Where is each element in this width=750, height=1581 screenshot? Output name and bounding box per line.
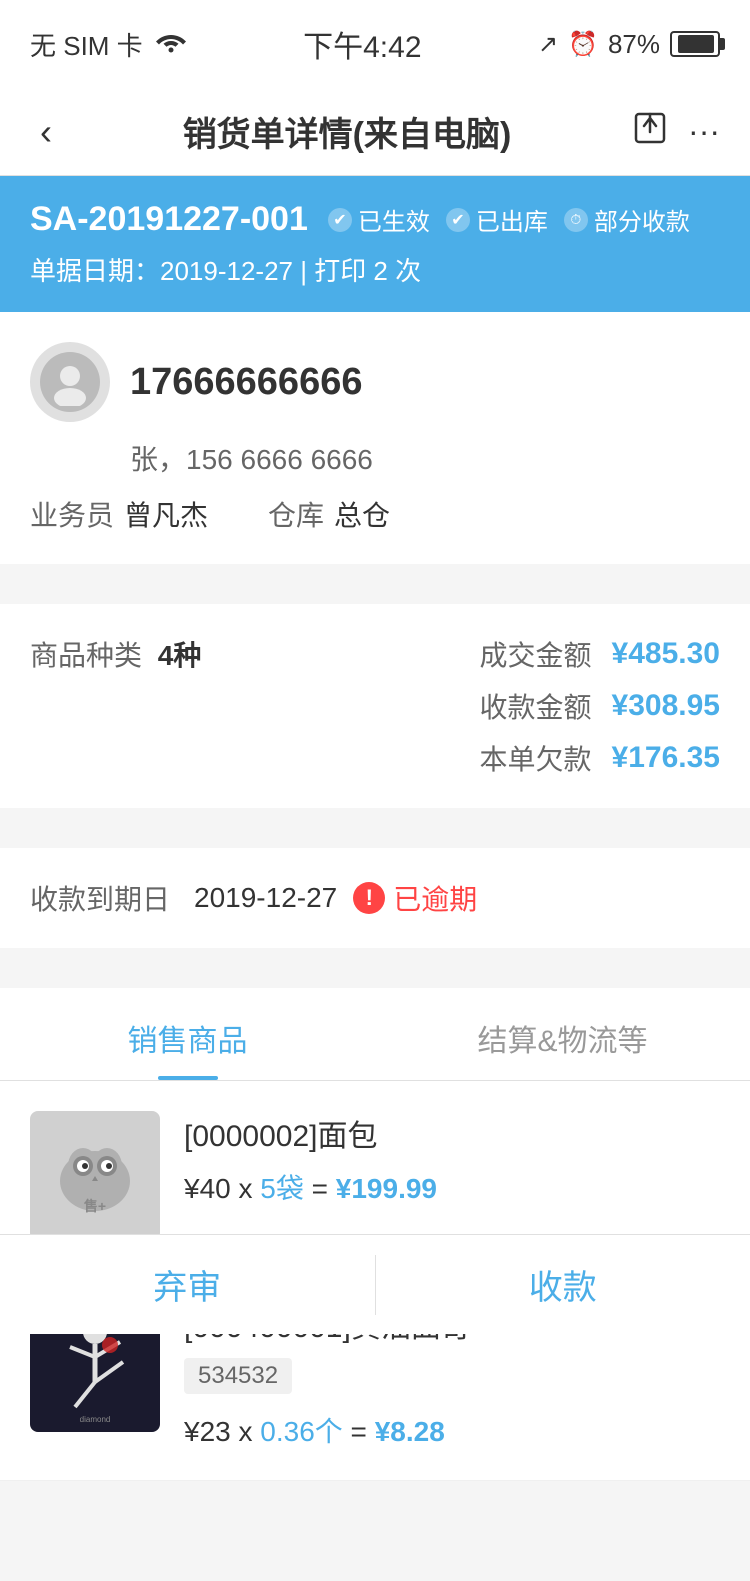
category-label: 商品种类 — [30, 640, 142, 671]
customer-name: 张，156 6666 6666 — [30, 438, 720, 478]
tab-settlement[interactable]: 结算&物流等 — [375, 988, 750, 1080]
owed-label: 本单欠款 — [480, 738, 592, 778]
customer-section: 17666666666 张，156 6666 6666 业务员 曾凡杰 仓库 总… — [0, 312, 750, 564]
overdue-text: 已逾期 — [393, 878, 477, 918]
svg-text:diamond: diamond — [80, 1415, 111, 1424]
overdue-badge: ! 已逾期 — [353, 878, 477, 918]
product-sku-2: 534532 — [184, 1358, 292, 1394]
tabs-section: 销售商品 结算&物流等 — [0, 988, 750, 1081]
check-icon: ✔ — [328, 208, 352, 232]
overdue-icon: ! — [353, 882, 385, 914]
nav-actions: ··· — [632, 110, 720, 154]
more-button[interactable]: ··· — [688, 113, 720, 150]
check-icon-2: ✔ — [446, 208, 470, 232]
due-label: 收款到期日 — [30, 878, 170, 918]
status-time: 下午4:42 — [303, 22, 421, 66]
salesperson-value: 曾凡杰 — [124, 494, 208, 534]
badge-effective: ✔ 已生效 — [328, 202, 430, 237]
product-price-2: ¥23 x 0.36个 = ¥8.28 — [184, 1410, 720, 1450]
collected-label: 收款金额 — [480, 686, 592, 726]
status-right: ↗ ⏰ 87% — [538, 29, 720, 60]
badge-partial: ⏱ 部分收款 — [564, 202, 690, 237]
tab-sales-products[interactable]: 销售商品 — [0, 988, 375, 1080]
status-bar: 无 SIM 卡 下午4:42 ↗ ⏰ 87% — [0, 0, 750, 88]
due-date: 2019-12-27 — [194, 882, 337, 914]
product-name-1: [0000002]面包 — [184, 1111, 720, 1155]
svg-text:售+: 售+ — [83, 1198, 106, 1214]
order-badges: ✔ 已生效 ✔ 已出库 ⏱ 部分收款 — [328, 202, 690, 237]
wifi-icon — [155, 29, 187, 60]
alarm-icon: ⏰ — [568, 30, 598, 59]
warehouse-label: 仓库 — [268, 494, 324, 534]
separator-1 — [0, 584, 750, 604]
salesperson-label: 业务员 — [30, 494, 114, 534]
customer-phone: 17666666666 — [130, 361, 362, 404]
tabs-row: 销售商品 结算&物流等 — [0, 988, 750, 1080]
summary-section: 商品种类 4种 成交金额 ¥485.30 收款金额 ¥308.95 本单欠款 ¥… — [0, 604, 750, 808]
collected-value: ¥308.95 — [612, 689, 720, 723]
carrier-text: 无 SIM 卡 — [30, 26, 143, 63]
location-icon: ↗ — [538, 30, 558, 59]
back-button[interactable]: ‹ — [30, 101, 62, 163]
warehouse-value: 总仓 — [334, 494, 390, 534]
bottom-bar: 弃审 收款 — [0, 1234, 750, 1334]
owed-value: ¥176.35 — [612, 741, 720, 775]
category-value: 4种 — [158, 640, 202, 671]
amount-label: 成交金额 — [480, 634, 592, 674]
order-meta: 单据日期：2019-12-27 | 打印 2 次 — [30, 251, 720, 288]
separator-2 — [0, 828, 750, 848]
battery-percent: 87% — [608, 29, 660, 60]
order-header: SA-20191227-001 ✔ 已生效 ✔ 已出库 ⏱ 部分收款 单据日期：… — [0, 176, 750, 312]
avatar — [30, 342, 110, 422]
badge-shipped: ✔ 已出库 — [446, 202, 548, 237]
bottom-spacer — [0, 1481, 750, 1581]
battery-icon — [670, 31, 720, 57]
product-price-1: ¥40 x 5袋 = ¥199.99 — [184, 1167, 720, 1207]
order-id: SA-20191227-001 — [30, 200, 308, 239]
separator-3 — [0, 968, 750, 988]
customer-info: 业务员 曾凡杰 仓库 总仓 — [30, 494, 720, 534]
due-section: 收款到期日 2019-12-27 ! 已逾期 — [0, 848, 750, 948]
amount-value: ¥485.30 — [612, 637, 720, 671]
page-title: 销货单详情(来自电脑) — [183, 107, 512, 156]
product-info-1: [0000002]面包 ¥40 x 5袋 = ¥199.99 — [184, 1111, 720, 1207]
confirm-button[interactable]: 收款 — [376, 1240, 750, 1329]
share-button[interactable] — [632, 110, 668, 154]
nav-bar: ‹ 销货单详情(来自电脑) ··· — [0, 88, 750, 176]
product-thumbnail-1: 售+ — [30, 1111, 160, 1241]
clock-icon: ⏱ — [564, 208, 588, 232]
cancel-button[interactable]: 弃审 — [0, 1240, 375, 1329]
status-left: 无 SIM 卡 — [30, 26, 187, 63]
